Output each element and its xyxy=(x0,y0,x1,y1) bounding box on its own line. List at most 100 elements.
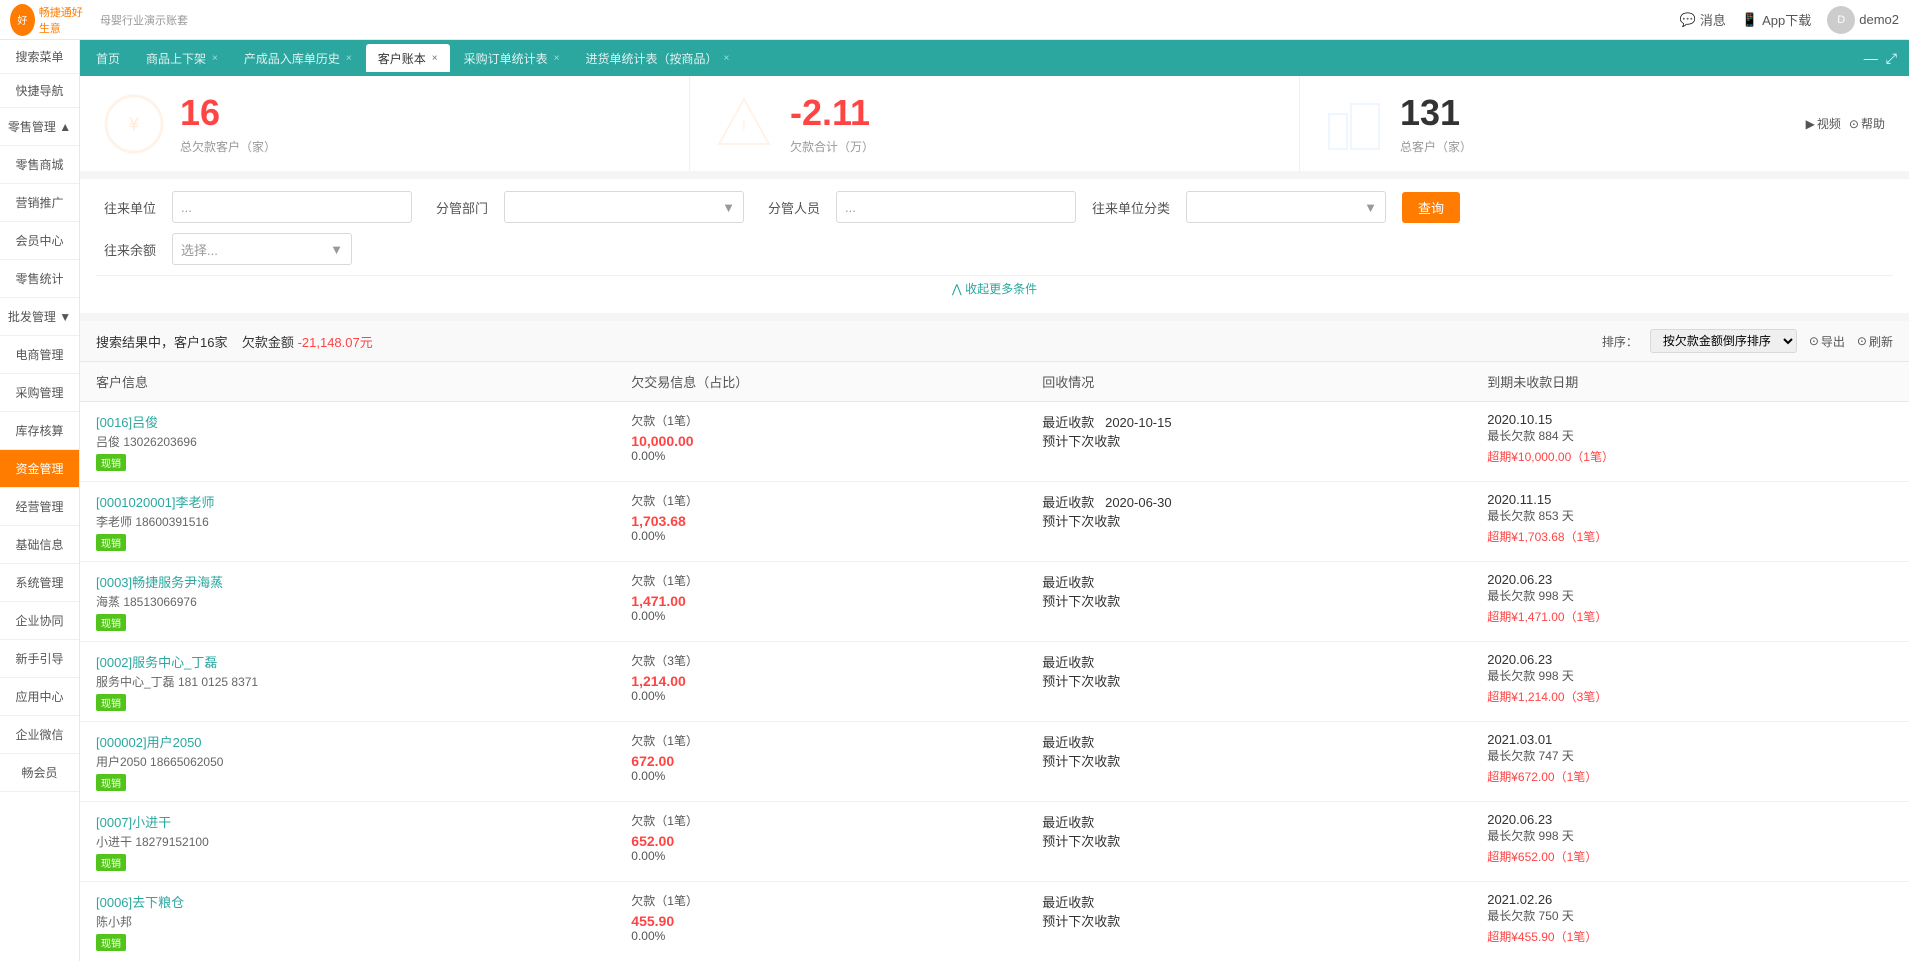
tab-purchase-stats[interactable]: 采购订单统计表 × xyxy=(452,44,572,72)
next-payment-2: 预计下次收款 xyxy=(1042,591,1455,610)
video-link[interactable]: ▶ 视频 xyxy=(1806,115,1841,132)
sidebar-item-enterprise-wx[interactable]: 企业微信 xyxy=(0,716,79,754)
sidebar-item-retail-mgmt[interactable]: 零售管理 ▲ xyxy=(0,108,79,146)
sidebar-item-retail-mall[interactable]: 零售商城 xyxy=(0,146,79,184)
table-row: [0007]小进干 小进干 18279152100 现销 欠款（1笔） 652.… xyxy=(80,802,1909,882)
customer-badge-0: 现销 xyxy=(96,454,126,471)
col-due-date: 到期未收款日期 xyxy=(1471,362,1909,402)
close-tab-purchase-single[interactable]: × xyxy=(723,53,729,64)
next-payment-6: 预计下次收款 xyxy=(1042,911,1455,930)
debt-pct-2: 0.00% xyxy=(631,609,1010,623)
recovery-cell-5: 最近收款 预计下次收款 xyxy=(1026,802,1471,882)
customer-name-1[interactable]: [0001020001]李老师 xyxy=(96,492,599,511)
close-tab-product-history[interactable]: × xyxy=(346,53,352,64)
balance-select[interactable]: 选择... ▼ xyxy=(172,233,352,265)
overdue-link-2[interactable]: 超期¥1,471.00（1笔） xyxy=(1487,608,1893,625)
close-tab-product-online[interactable]: × xyxy=(212,53,218,64)
customer-cell-2: [0003]畅捷服务尹海蒸 海蒸 18513066976 现销 xyxy=(80,562,615,642)
main-layout: 搜索菜单 快捷导航 零售管理 ▲ 零售商城 营销推广 会员中心 零售统计 批发管… xyxy=(0,40,1909,961)
customer-name-0[interactable]: [0016]吕俊 xyxy=(96,412,599,431)
sidebar-item-newbie[interactable]: 新手引导 xyxy=(0,640,79,678)
max-days-0: 最长欠款 884 天 xyxy=(1487,427,1893,444)
due-date-4: 2021.03.01 xyxy=(1487,732,1893,747)
due-date-cell-1: 2020.11.15 最长欠款 853 天 超期¥1,703.68（1笔） xyxy=(1471,482,1909,562)
due-date-2: 2020.06.23 xyxy=(1487,572,1893,587)
sidebar-search[interactable]: 搜索菜单 xyxy=(0,40,79,74)
overdue-link-3[interactable]: 超期¥1,214.00（3笔） xyxy=(1487,688,1893,705)
dept-label: 分管部门 xyxy=(428,198,488,217)
logo-area: 好 畅捷通好生意 xyxy=(10,4,90,36)
recovery-cell-6: 最近收款 预计下次收款 xyxy=(1026,882,1471,961)
sidebar-item-ecommerce[interactable]: 电商管理 xyxy=(0,336,79,374)
app-download-icon: 📱 xyxy=(1742,12,1758,28)
minimize-window-icon[interactable]: — xyxy=(1864,50,1878,66)
sidebar-item-basic-info[interactable]: 基础信息 xyxy=(0,526,79,564)
logo-icon: 好 xyxy=(10,4,35,36)
customer-contact-3: 服务中心_丁磊 181 0125 8371 xyxy=(96,673,599,690)
overdue-link-0[interactable]: 超期¥10,000.00（1笔） xyxy=(1487,448,1893,465)
sidebar-item-business[interactable]: 经营管理 xyxy=(0,488,79,526)
balance-arrow-icon: ▼ xyxy=(330,242,343,257)
tab-customer-account[interactable]: 客户账本 × xyxy=(366,44,450,72)
customer-name-6[interactable]: [0006]去下粮仓 xyxy=(96,892,599,911)
refresh-button[interactable]: ⊙ 刷新 xyxy=(1857,333,1893,350)
overdue-link-1[interactable]: 超期¥1,703.68（1笔） xyxy=(1487,528,1893,545)
tab-product-online[interactable]: 商品上下架 × xyxy=(134,44,230,72)
person-input[interactable]: ... xyxy=(836,191,1076,223)
sidebar-item-app-center[interactable]: 应用中心 xyxy=(0,678,79,716)
max-days-6: 最长欠款 750 天 xyxy=(1487,907,1893,924)
debt-count-2: 欠款（1笔） xyxy=(631,572,1010,589)
close-tab-purchase-stats[interactable]: × xyxy=(554,53,560,64)
debt-customers-icon: ¥ xyxy=(104,94,164,154)
sidebar-item-enterprise[interactable]: 企业协同 xyxy=(0,602,79,640)
table-body: [0016]吕俊 吕俊 13026203696 现销 欠款（1笔） 10,000… xyxy=(80,402,1909,961)
app-download-button[interactable]: 📱 App下载 xyxy=(1742,10,1811,29)
customer-name-2[interactable]: [0003]畅捷服务尹海蒸 xyxy=(96,572,599,591)
max-days-5: 最长欠款 998 天 xyxy=(1487,827,1893,844)
collapse-button[interactable]: ⋀ 收起更多条件 xyxy=(96,275,1893,301)
unit-category-select[interactable]: ▼ xyxy=(1186,191,1386,223)
debt-amount-2: 1,471.00 xyxy=(631,593,1010,609)
overdue-link-5[interactable]: 超期¥652.00（1笔） xyxy=(1487,848,1893,865)
sort-select[interactable]: 按欠款金额倒序排序 xyxy=(1650,329,1797,353)
help-link[interactable]: ⊙ 帮助 xyxy=(1849,115,1885,132)
debt-pct-6: 0.00% xyxy=(631,929,1010,943)
customer-cell-5: [0007]小进干 小进干 18279152100 现销 xyxy=(80,802,615,882)
sidebar-item-member[interactable]: 会员中心 xyxy=(0,222,79,260)
search-button[interactable]: 查询 xyxy=(1402,192,1460,223)
table-row: [0003]畅捷服务尹海蒸 海蒸 18513066976 现销 欠款（1笔） 1… xyxy=(80,562,1909,642)
stat-card-total-customers: 131 总客户（家） ▶ 视频 ⊙ 帮助 xyxy=(1300,76,1909,171)
sidebar-item-retail-stats[interactable]: 零售统计 xyxy=(0,260,79,298)
filter-row-1: 往来单位 ... 分管部门 ▼ 分管人员 ... 往来单位分类 xyxy=(96,191,1893,223)
debt-amount-1: 1,703.68 xyxy=(631,513,1010,529)
sidebar-item-purchase[interactable]: 采购管理 xyxy=(0,374,79,412)
overdue-link-6[interactable]: 超期¥455.90（1笔） xyxy=(1487,928,1893,945)
user-profile[interactable]: D demo2 xyxy=(1827,6,1899,34)
avatar: D xyxy=(1827,6,1855,34)
dept-select[interactable]: ▼ xyxy=(504,191,744,223)
debt-cell-6: 欠款（1笔） 455.90 0.00% xyxy=(615,882,1026,961)
export-button[interactable]: ⊙ 导出 xyxy=(1809,333,1845,350)
sidebar-item-marketing[interactable]: 营销推广 xyxy=(0,184,79,222)
customer-name-5[interactable]: [0007]小进干 xyxy=(96,812,599,831)
customer-name-4[interactable]: [000002]用户2050 xyxy=(96,732,599,751)
maximize-window-icon[interactable]: ⤢ xyxy=(1886,50,1897,67)
sidebar-quick-nav[interactable]: 快捷导航 xyxy=(0,74,79,108)
overdue-link-4[interactable]: 超期¥672.00（1笔） xyxy=(1487,768,1893,785)
sidebar-item-inventory[interactable]: 库存核算 xyxy=(0,412,79,450)
sidebar-item-vip-member[interactable]: 畅会员 xyxy=(0,754,79,792)
sidebar-item-system[interactable]: 系统管理 xyxy=(0,564,79,602)
customer-badge-4: 现销 xyxy=(96,774,126,791)
tab-purchase-single[interactable]: 进货单统计表（按商品） × xyxy=(573,44,741,72)
sidebar-item-capital[interactable]: 资金管理 xyxy=(0,450,79,488)
tab-home[interactable]: 首页 xyxy=(84,44,132,72)
last-payment-4: 最近收款 xyxy=(1042,732,1455,751)
close-tab-customer-account[interactable]: × xyxy=(432,53,438,64)
from-unit-input[interactable]: ... xyxy=(172,191,412,223)
tab-product-history[interactable]: 产成品入库单历史 × xyxy=(232,44,364,72)
messages-button[interactable]: 💬 消息 xyxy=(1680,10,1726,29)
customer-name-3[interactable]: [0002]服务中心_丁磊 xyxy=(96,652,599,671)
due-date-cell-3: 2020.06.23 最长欠款 998 天 超期¥1,214.00（3笔） xyxy=(1471,642,1909,722)
from-unit-label: 往来单位 xyxy=(96,198,156,217)
sidebar-item-wholesale[interactable]: 批发管理 ▼ xyxy=(0,298,79,336)
